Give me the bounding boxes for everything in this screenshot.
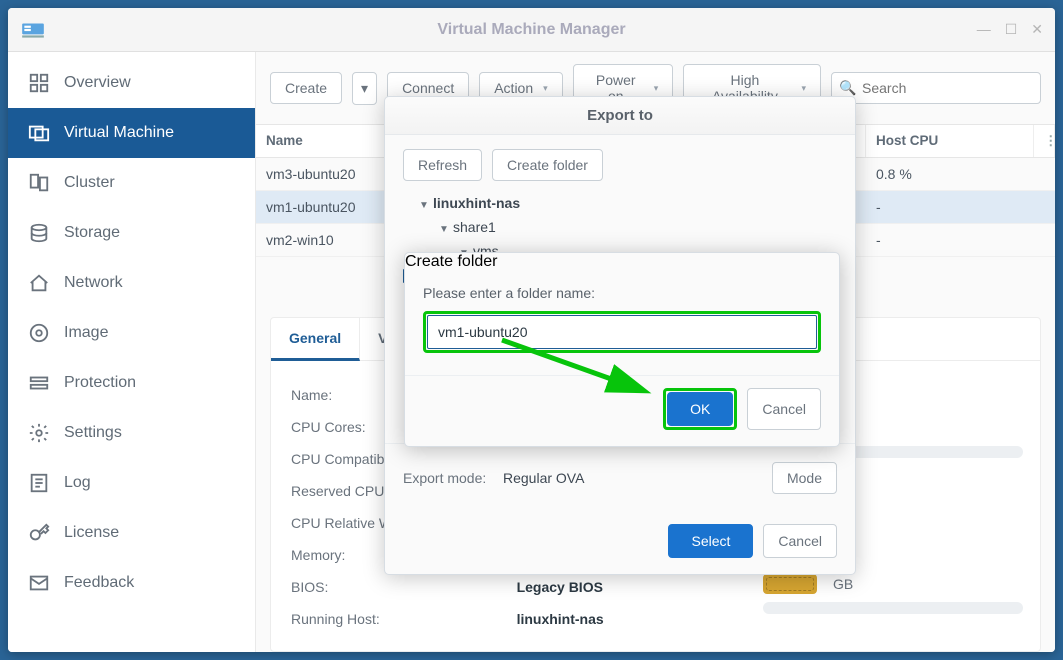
window-title: Virtual Machine Manager <box>8 21 1055 39</box>
export-title: Export to <box>385 97 855 135</box>
lbl-memory: Memory: <box>291 539 397 571</box>
sidebar-item-overview[interactable]: Overview <box>8 58 255 108</box>
lbl-bios: BIOS: <box>291 571 397 603</box>
cell-cpu: - <box>866 191 1035 223</box>
maximize-icon[interactable]: ☐ <box>1005 21 1018 38</box>
sidebar-item-cluster[interactable]: Cluster <box>8 158 255 208</box>
val-host: linuxhint-nas <box>517 603 604 635</box>
label: Log <box>64 474 91 492</box>
lbl-reserved: Reserved CPU T <box>291 475 397 507</box>
create-folder-button[interactable]: Create folder <box>492 149 603 181</box>
dashboard-icon <box>28 72 50 94</box>
memory-chip-icon <box>763 574 817 594</box>
sidebar: Overview Virtual Machine Cluster Storage… <box>8 52 256 652</box>
image-icon <box>28 322 50 344</box>
license-icon <box>28 522 50 544</box>
memory-bar <box>763 602 1023 614</box>
cancel-button[interactable]: Cancel <box>747 388 821 430</box>
folder-name-prompt: Please enter a folder name: <box>423 285 821 301</box>
label: Feedback <box>64 574 134 592</box>
titlebar: Virtual Machine Manager — ☐ ✕ <box>8 8 1055 52</box>
tree-node-root[interactable]: ▼linuxhint-nas <box>403 191 837 215</box>
lbl-compat: CPU Compatibil <box>291 443 397 475</box>
caret-down-icon: ▼ <box>439 224 449 235</box>
col-menu-icon[interactable]: ⋮ <box>1034 125 1055 157</box>
lbl-cores: CPU Cores: <box>291 411 397 443</box>
sidebar-item-vm[interactable]: Virtual Machine <box>8 108 255 158</box>
sidebar-item-network[interactable]: Network <box>8 258 255 308</box>
val-bios: Legacy BIOS <box>517 571 604 603</box>
lbl-host: Running Host: <box>291 603 397 635</box>
cluster-icon <box>28 172 50 194</box>
feedback-icon <box>28 572 50 594</box>
cancel-button[interactable]: Cancel <box>763 524 837 558</box>
minimize-icon[interactable]: — <box>977 21 991 38</box>
storage-icon <box>28 222 50 244</box>
create-folder-title: Create folder <box>405 253 839 271</box>
settings-icon <box>28 422 50 444</box>
network-icon <box>28 272 50 294</box>
select-button[interactable]: Select <box>668 524 753 558</box>
create-dropdown[interactable]: ▾ <box>352 72 377 105</box>
export-mode-label: Export mode: <box>403 470 503 486</box>
label: Image <box>64 324 108 342</box>
search-input[interactable] <box>831 72 1041 104</box>
caret-down-icon: ▼ <box>419 200 429 211</box>
lbl-name: Name: <box>291 379 397 411</box>
lbl-relative: CPU Relative W <box>291 507 397 539</box>
label: Storage <box>64 224 120 242</box>
vm-icon <box>28 122 50 144</box>
create-button[interactable]: Create <box>270 72 342 104</box>
create-folder-modal: Create folder Please enter a folder name… <box>404 252 840 447</box>
export-mode-value: Regular OVA <box>503 470 584 486</box>
memory-unit: GB <box>833 576 853 592</box>
close-icon[interactable]: ✕ <box>1031 21 1043 38</box>
refresh-button[interactable]: Refresh <box>403 149 482 181</box>
sidebar-item-license[interactable]: License <box>8 508 255 558</box>
sidebar-item-protection[interactable]: Protection <box>8 358 255 408</box>
ok-button[interactable]: OK <box>667 392 733 426</box>
tab-general[interactable]: General <box>271 318 360 361</box>
app-icon <box>20 17 46 43</box>
label: Settings <box>64 424 122 442</box>
sidebar-item-log[interactable]: Log <box>8 458 255 508</box>
protection-icon <box>28 372 50 394</box>
label: Overview <box>64 74 131 92</box>
label: Cluster <box>64 174 115 192</box>
mode-button[interactable]: Mode <box>772 462 837 494</box>
cell-cpu: - <box>866 224 1035 256</box>
log-icon <box>28 472 50 494</box>
label: Protection <box>64 374 136 392</box>
label: License <box>64 524 119 542</box>
folder-name-input[interactable] <box>427 315 817 349</box>
sidebar-item-feedback[interactable]: Feedback <box>8 558 255 608</box>
col-hostcpu[interactable]: Host CPU <box>866 125 1034 157</box>
sidebar-item-image[interactable]: Image <box>8 308 255 358</box>
tree-node-share[interactable]: ▼share1 <box>403 215 837 239</box>
search-icon: 🔍 <box>839 80 856 97</box>
sidebar-item-settings[interactable]: Settings <box>8 408 255 458</box>
label: Network <box>64 274 123 292</box>
label: Virtual Machine <box>64 124 174 142</box>
cell-cpu: 0.8 % <box>866 158 1035 190</box>
sidebar-item-storage[interactable]: Storage <box>8 208 255 258</box>
